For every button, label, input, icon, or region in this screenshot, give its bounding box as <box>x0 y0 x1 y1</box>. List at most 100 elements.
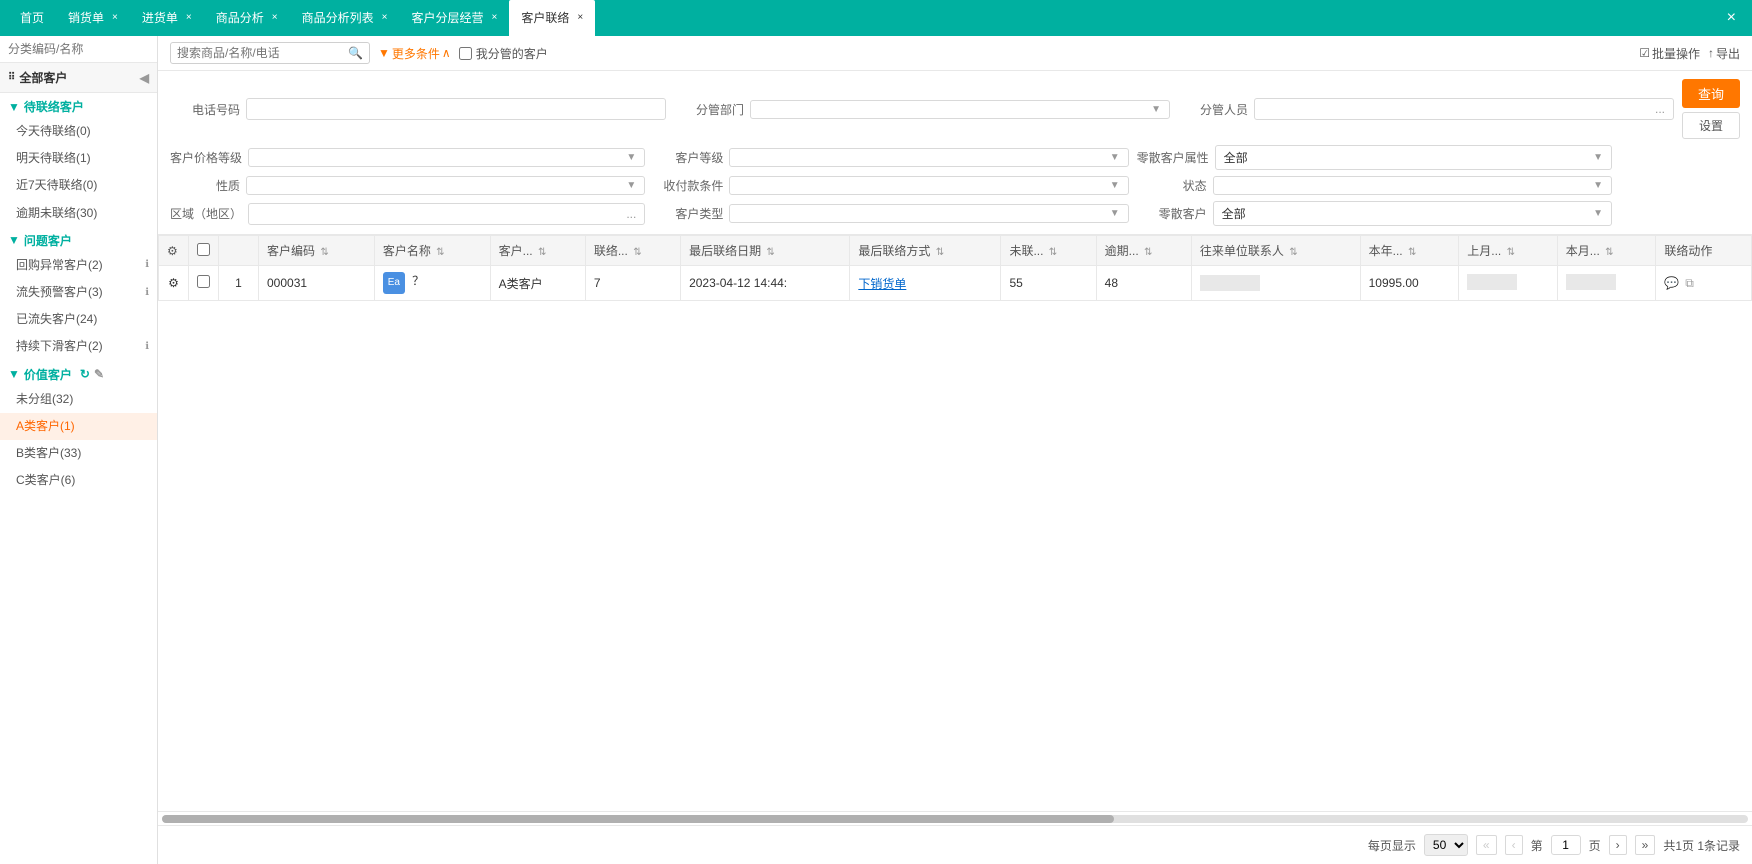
main-search-input[interactable] <box>177 46 344 60</box>
filter-retail-attr: 零散客户属性 全部 ▼ <box>1137 145 1612 170</box>
filter-row-2: 客户价格等级 ▼ 客户等级 ▼ 零散客户属性 全部 <box>170 145 1740 170</box>
nav-close-sales-order[interactable]: × <box>112 0 118 36</box>
th-customer-type[interactable]: 客户... ⇅ <box>490 236 585 266</box>
export-button[interactable]: ↑ 导出 <box>1708 45 1740 62</box>
row-type: A类客户 <box>490 266 585 301</box>
sidebar-class-b[interactable]: B类客户(33) <box>0 440 157 467</box>
nav-product-analysis-list[interactable]: 商品分析列表 × <box>290 0 400 36</box>
row-last-date: 2023-04-12 14:44: <box>681 266 850 301</box>
sidebar-already-lost[interactable]: 已流失客户(24) <box>0 306 157 333</box>
phone-input[interactable] <box>246 98 666 120</box>
th-gear[interactable]: ⚙ <box>159 236 189 266</box>
link-icon[interactable]: ⧉ <box>1685 276 1694 291</box>
th-contact[interactable]: 联络... ⇅ <box>585 236 680 266</box>
nav-sales-order[interactable]: 销货单 × <box>56 0 130 36</box>
th-last-date[interactable]: 最后联络日期 ⇅ <box>681 236 850 266</box>
status-select[interactable]: ▼ <box>1213 176 1612 195</box>
scroll-thumb[interactable] <box>162 815 1114 823</box>
nav-home[interactable]: 首页 <box>8 0 56 36</box>
row-name: Ea ？ <box>374 266 490 301</box>
sidebar-class-c[interactable]: C类客户(6) <box>0 467 157 494</box>
filter-region: 区域（地区） ... <box>170 203 645 225</box>
nav-close-product-analysis[interactable]: × <box>272 0 278 36</box>
main-search-box: 🔍 <box>170 42 370 64</box>
nav-customer-tier[interactable]: 客户分层经营 × <box>399 0 509 36</box>
th-last-month[interactable]: 上月... ⇅ <box>1459 236 1558 266</box>
th-overdue[interactable]: 逾期... ⇅ <box>1096 236 1191 266</box>
collapse-icon[interactable]: ◀ <box>140 71 149 85</box>
horizontal-scrollbar[interactable] <box>158 811 1752 825</box>
filter-row-4: 区域（地区） ... 客户类型 ▼ 零散客户 全部 ▼ <box>170 201 1740 226</box>
retail-select[interactable]: 全部 ▼ <box>1213 201 1612 226</box>
sort-name-icon: ⇅ <box>436 247 444 258</box>
category-search-input[interactable] <box>8 42 158 56</box>
row-checkbox-cell[interactable] <box>189 266 219 301</box>
close-all-button[interactable]: × <box>1719 9 1744 27</box>
customer-avatar: Ea <box>383 272 405 294</box>
nav-customer-contact[interactable]: 客户联络 × <box>509 0 595 36</box>
page-size-select[interactable]: 50 <box>1424 834 1468 856</box>
problem-customers-section[interactable]: ▼ 问题客户 <box>0 227 157 252</box>
row-checkbox[interactable] <box>197 275 210 288</box>
price-level-select[interactable]: ▼ <box>248 148 645 167</box>
person-input[interactable]: ... <box>1254 98 1674 120</box>
nav-close-purchase-order[interactable]: × <box>186 0 192 36</box>
query-button[interactable]: 查询 <box>1682 79 1740 108</box>
th-this-year[interactable]: 本年... ⇅ <box>1360 236 1459 266</box>
customer-level-arrow: ▼ <box>1110 152 1120 163</box>
row-action[interactable]: 💬 ⧉ <box>1656 266 1752 301</box>
page-number-input[interactable] <box>1551 835 1581 855</box>
region-input[interactable]: ... <box>248 203 645 225</box>
next-page-button[interactable]: › <box>1609 835 1627 855</box>
nav-close-product-analysis-list[interactable]: × <box>382 0 388 36</box>
my-customer-checkbox-area[interactable]: 我分管的客户 <box>459 45 548 62</box>
sidebar-lost-warning[interactable]: 流失预警客户(3) ℹ <box>0 279 157 306</box>
row-last-method[interactable]: 下销货单 <box>850 266 1001 301</box>
nav-purchase-order[interactable]: 进货单 × <box>130 0 204 36</box>
sidebar-unclassified[interactable]: 未分组(32) <box>0 386 157 413</box>
batch-operation-button[interactable]: ☑ 批量操作 <box>1639 45 1700 62</box>
setting-button[interactable]: 设置 <box>1682 112 1740 139</box>
my-customer-checkbox[interactable] <box>459 47 472 60</box>
customer-type-select[interactable]: ▼ <box>729 204 1128 223</box>
sidebar-tomorrow-contact[interactable]: 明天待联络(1) <box>0 145 157 172</box>
th-checkbox[interactable] <box>189 236 219 266</box>
first-page-button[interactable]: « <box>1476 835 1497 855</box>
sidebar-class-a[interactable]: A类客户(1) <box>0 413 157 440</box>
sidebar-7days-contact[interactable]: 近7天待联络(0) <box>0 172 157 199</box>
prev-page-button[interactable]: ‹ <box>1505 835 1523 855</box>
row-gear[interactable]: ⚙ <box>159 266 189 301</box>
pending-contact-section[interactable]: ▼ 待联络客户 <box>0 93 157 118</box>
nav-product-analysis[interactable]: 商品分析 × <box>204 0 290 36</box>
th-uncontacted[interactable]: 未联... ⇅ <box>1001 236 1096 266</box>
sort-lastmethod-icon: ⇅ <box>936 247 944 258</box>
nature-select[interactable]: ▼ <box>246 176 645 195</box>
value-customers-section[interactable]: ▼ 价值客户 ↻ ✎ <box>0 361 157 386</box>
refresh-icon[interactable]: ↻ <box>80 367 90 381</box>
th-customer-name[interactable]: 客户名称 ⇅ <box>374 236 490 266</box>
th-this-month[interactable]: 本月... ⇅ <box>1557 236 1656 266</box>
search-icon[interactable]: 🔍 <box>348 46 363 60</box>
filter-icon: ▼ <box>378 46 390 60</box>
payment-select[interactable]: ▼ <box>729 176 1128 195</box>
dept-select[interactable]: ▼ <box>750 100 1170 119</box>
message-icon[interactable]: 💬 <box>1664 276 1679 291</box>
th-unit-contact[interactable]: 往来单位联系人 ⇅ <box>1191 236 1360 266</box>
retail-attr-select[interactable]: 全部 ▼ <box>1215 145 1612 170</box>
sidebar-declining[interactable]: 持续下滑客户(2) ℹ <box>0 333 157 360</box>
th-customer-code[interactable]: 客户编码 ⇅ <box>259 236 375 266</box>
select-all-checkbox[interactable] <box>197 243 210 256</box>
last-page-button[interactable]: » <box>1635 835 1656 855</box>
customer-level-select[interactable]: ▼ <box>729 148 1128 167</box>
sidebar-overdue-contact[interactable]: 逾期未联络(30) <box>0 200 157 227</box>
nav-close-customer-contact[interactable]: × <box>577 0 583 36</box>
nav-close-customer-tier[interactable]: × <box>491 0 497 36</box>
all-customers-group[interactable]: ⠿ 全部客户 ◀ <box>0 63 157 93</box>
sidebar-repurchase-abnormal[interactable]: 回购异常客户(2) ℹ <box>0 252 157 279</box>
th-last-method[interactable]: 最后联络方式 ⇅ <box>850 236 1001 266</box>
edit-icon[interactable]: ✎ <box>94 367 104 381</box>
th-action: 联络动作 <box>1656 236 1752 266</box>
sidebar-today-contact[interactable]: 今天待联络(0) <box>0 118 157 145</box>
more-filter-button[interactable]: ▼ 更多条件 ∧ <box>378 45 451 62</box>
row-no: 1 <box>219 266 259 301</box>
